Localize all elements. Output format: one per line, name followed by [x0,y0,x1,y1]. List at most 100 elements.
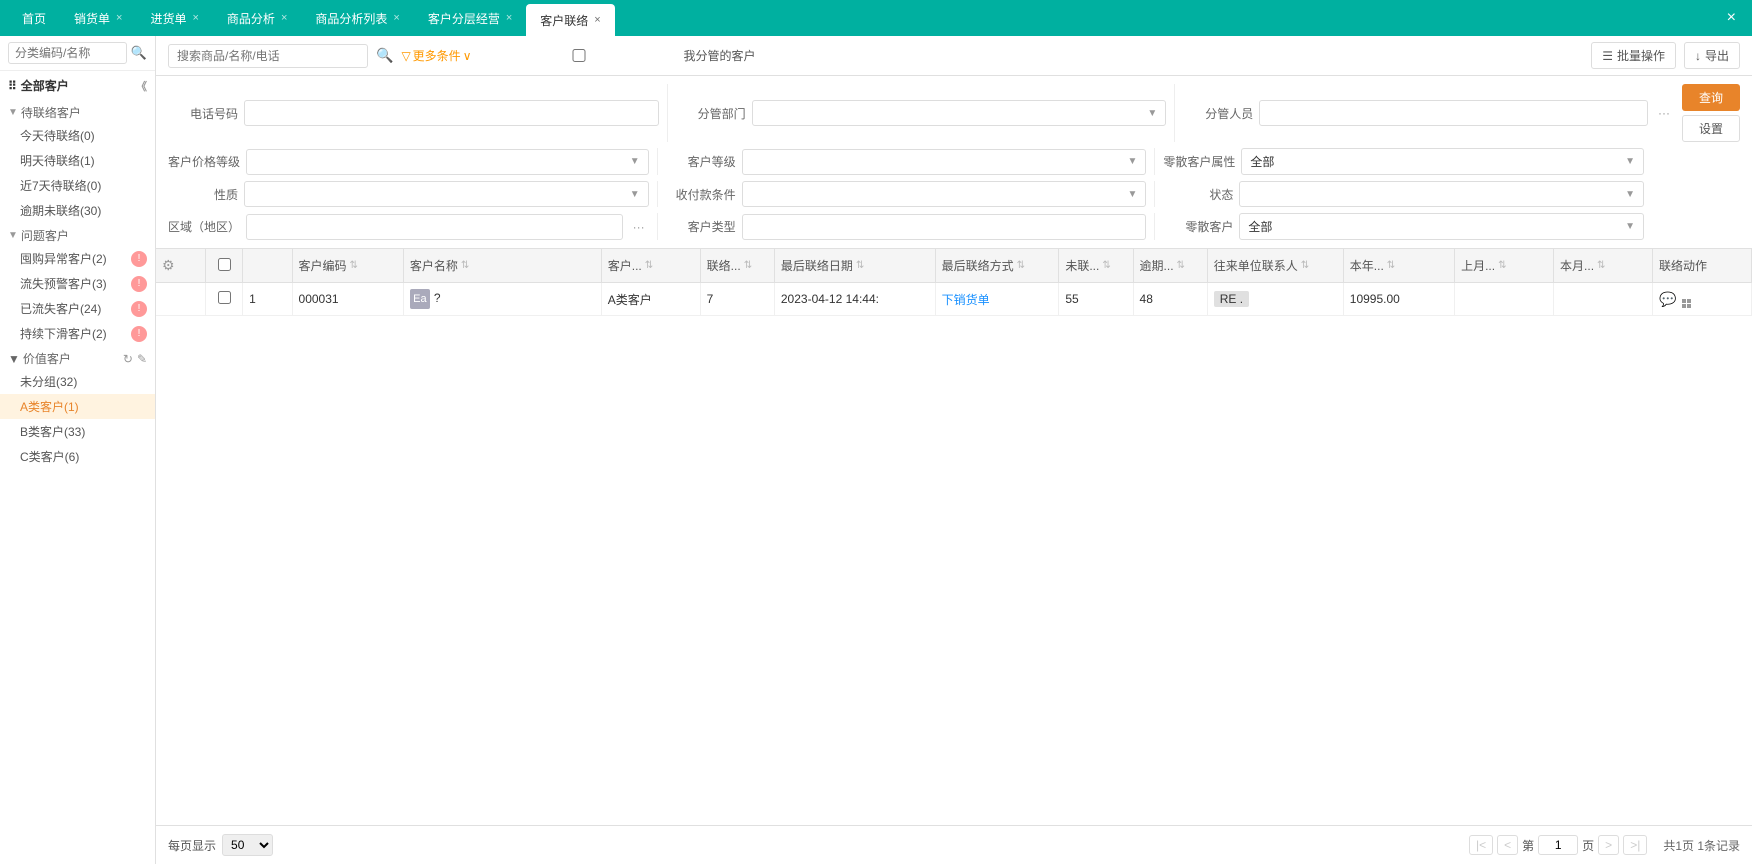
my-customers-check[interactable] [479,49,679,62]
payment-select[interactable]: ▼ [742,181,1147,207]
advanced-filters: 电话号码 分管部门 ▼ 分管人员 ··· [156,76,1752,249]
sidebar-item-lost[interactable]: 已流失客户(24) ! [0,296,155,321]
close-tab-1[interactable]: × [192,12,198,24]
th-unit-contact[interactable]: 往来单位联系人 ⇅ [1207,249,1343,283]
td-last-method: 下销货单 [935,283,1059,316]
customer-type-input[interactable] [742,214,1147,240]
sidebar-item-7days[interactable]: 近7天待联络(0) [0,173,155,198]
sidebar-search-icon[interactable]: 🔍 [131,45,147,61]
sidebar-item-b-class[interactable]: B类客户(33) [0,419,155,444]
table-settings-icon[interactable]: ⚙ [162,257,175,273]
th-last-month[interactable]: 上月... ⇅ [1455,249,1554,283]
td-actions: 💬 [1652,283,1751,316]
sidebar-item-tomorrow[interactable]: 明天待联络(1) [0,148,155,173]
sidebar-collapse-icon[interactable]: 《 [136,78,147,94]
page-number-input[interactable] [1538,835,1578,855]
dept-select[interactable]: ▼ [752,100,1167,126]
th-last-method[interactable]: 最后联络方式 ⇅ [935,249,1059,283]
sort-type-icon: ⇅ [645,260,653,271]
group-pending-contact[interactable]: ▼ 待联络客户 [0,100,155,123]
th-code[interactable]: 客户编码 ⇅ [292,249,403,283]
nature-select[interactable]: ▼ [244,181,649,207]
edit-icon[interactable]: ✎ [137,352,147,366]
nav-tab-3[interactable]: 商品分析列表 × [301,0,413,36]
sidebar-item-a-class[interactable]: A类客户(1) [0,394,155,419]
close-tab-3[interactable]: × [393,12,399,24]
th-this-year[interactable]: 本年... ⇅ [1343,249,1454,283]
price-level-select[interactable]: ▼ [246,149,649,175]
all-customers-header[interactable]: ⠿ 全部客户 《 [0,71,155,100]
phone-input[interactable] [244,100,659,126]
nav-tab-1[interactable]: 进货单 × [136,0,212,36]
manager-input[interactable] [1259,100,1648,126]
next-page-button[interactable]: > [1598,835,1619,855]
sidebar-item-declining[interactable]: 持续下滑客户(2) ! [0,321,155,346]
select-all-checkbox[interactable] [218,258,231,271]
search-input[interactable] [168,44,368,68]
th-type[interactable]: 客户... ⇅ [601,249,700,283]
close-tab-5[interactable]: × [594,14,600,26]
customer-level-select[interactable]: ▼ [742,149,1147,175]
first-page-button[interactable]: |< [1469,835,1493,855]
badge-lost: ! [131,301,147,317]
query-button[interactable]: 查询 [1682,84,1740,111]
table-row: 1 000031 Ea? A类客户 7 2023-04-12 14:44: 下销… [156,283,1752,316]
more-conditions-btn[interactable]: ▽ 更多条件 ∨ [401,47,471,64]
sidebar-item-c-class[interactable]: C类客户(6) [0,444,155,469]
group-problem-customers[interactable]: ▼ 问题客户 [0,223,155,246]
group-value-customers[interactable]: ▼ 价值客户 ↻ ✎ [0,346,155,369]
arrow-pending: ▼ [8,107,18,118]
close-tab-0[interactable]: × [116,12,122,24]
message-action-icon[interactable]: 💬 [1659,291,1676,308]
th-this-month[interactable]: 本月... ⇅ [1554,249,1653,283]
region-more-icon[interactable]: ··· [629,220,649,234]
nav-tab-0[interactable]: 销货单 × [60,0,136,36]
setting-button[interactable]: 设置 [1682,115,1740,142]
per-page-select[interactable]: 50 100 200 [222,834,273,856]
region-input[interactable] [246,214,623,240]
grid-action-icon[interactable] [1682,290,1691,308]
last-method-link[interactable]: 下销货单 [942,293,990,307]
export-button[interactable]: ↓ 导出 [1684,42,1740,69]
td-no-contact: 55 [1059,283,1133,316]
close-all-tabs[interactable]: × [1719,9,1744,27]
td-this-year: 10995.00 [1343,283,1454,316]
payment-arrow: ▼ [1127,189,1137,200]
sidebar-item-today[interactable]: 今天待联络(0) [0,123,155,148]
last-page-button[interactable]: >| [1623,835,1647,855]
th-no-contact[interactable]: 未联... ⇅ [1059,249,1133,283]
refresh-icon[interactable]: ↻ [123,352,133,366]
th-contact[interactable]: 联络... ⇅ [700,249,774,283]
td-overdue: 48 [1133,283,1207,316]
th-name[interactable]: 客户名称 ⇅ [403,249,601,283]
row-checkbox[interactable] [218,291,231,304]
filter-bar: 🔍 ▽ 更多条件 ∨ 我分管的客户 ☰ 批量操作 ↓ 导出 [156,36,1752,76]
sidebar-search-input[interactable] [8,42,127,64]
retail-select[interactable]: 全部 ▼ [1239,213,1644,240]
retail-attr-select[interactable]: 全部 ▼ [1241,148,1644,175]
nav-tab-2[interactable]: 商品分析 × [213,0,301,36]
nav-tab-5[interactable]: 客户联络 × [526,4,614,36]
manager-more-icon[interactable]: ··· [1654,106,1674,120]
nav-home[interactable]: 首页 [8,0,60,36]
sidebar-item-hoarding[interactable]: 囤购异常客户(2) ! [0,246,155,271]
badge-loss-warning: ! [131,276,147,292]
filter-search-icon[interactable]: 🔍 [376,47,393,64]
my-customers-checkbox[interactable]: 我分管的客户 [479,47,755,64]
close-tab-2[interactable]: × [281,12,287,24]
sort-overdue-icon: ⇅ [1177,260,1185,271]
nav-tab-4[interactable]: 客户分层经营 × [414,0,526,36]
td-last-month [1455,283,1554,316]
th-overdue[interactable]: 逾期... ⇅ [1133,249,1207,283]
status-arrow: ▼ [1625,189,1635,200]
sidebar-item-unclassified[interactable]: 未分组(32) [0,369,155,394]
td-last-date: 2023-04-12 14:44: [774,283,935,316]
th-last-date[interactable]: 最后联络日期 ⇅ [774,249,935,283]
sidebar-item-loss-warning[interactable]: 流失预警客户(3) ! [0,271,155,296]
td-contact: 7 [700,283,774,316]
sidebar-item-overdue[interactable]: 逾期未联络(30) [0,198,155,223]
prev-page-button[interactable]: < [1497,835,1518,855]
status-select[interactable]: ▼ [1239,181,1644,207]
batch-op-button[interactable]: ☰ 批量操作 [1591,42,1676,69]
close-tab-4[interactable]: × [506,12,512,24]
